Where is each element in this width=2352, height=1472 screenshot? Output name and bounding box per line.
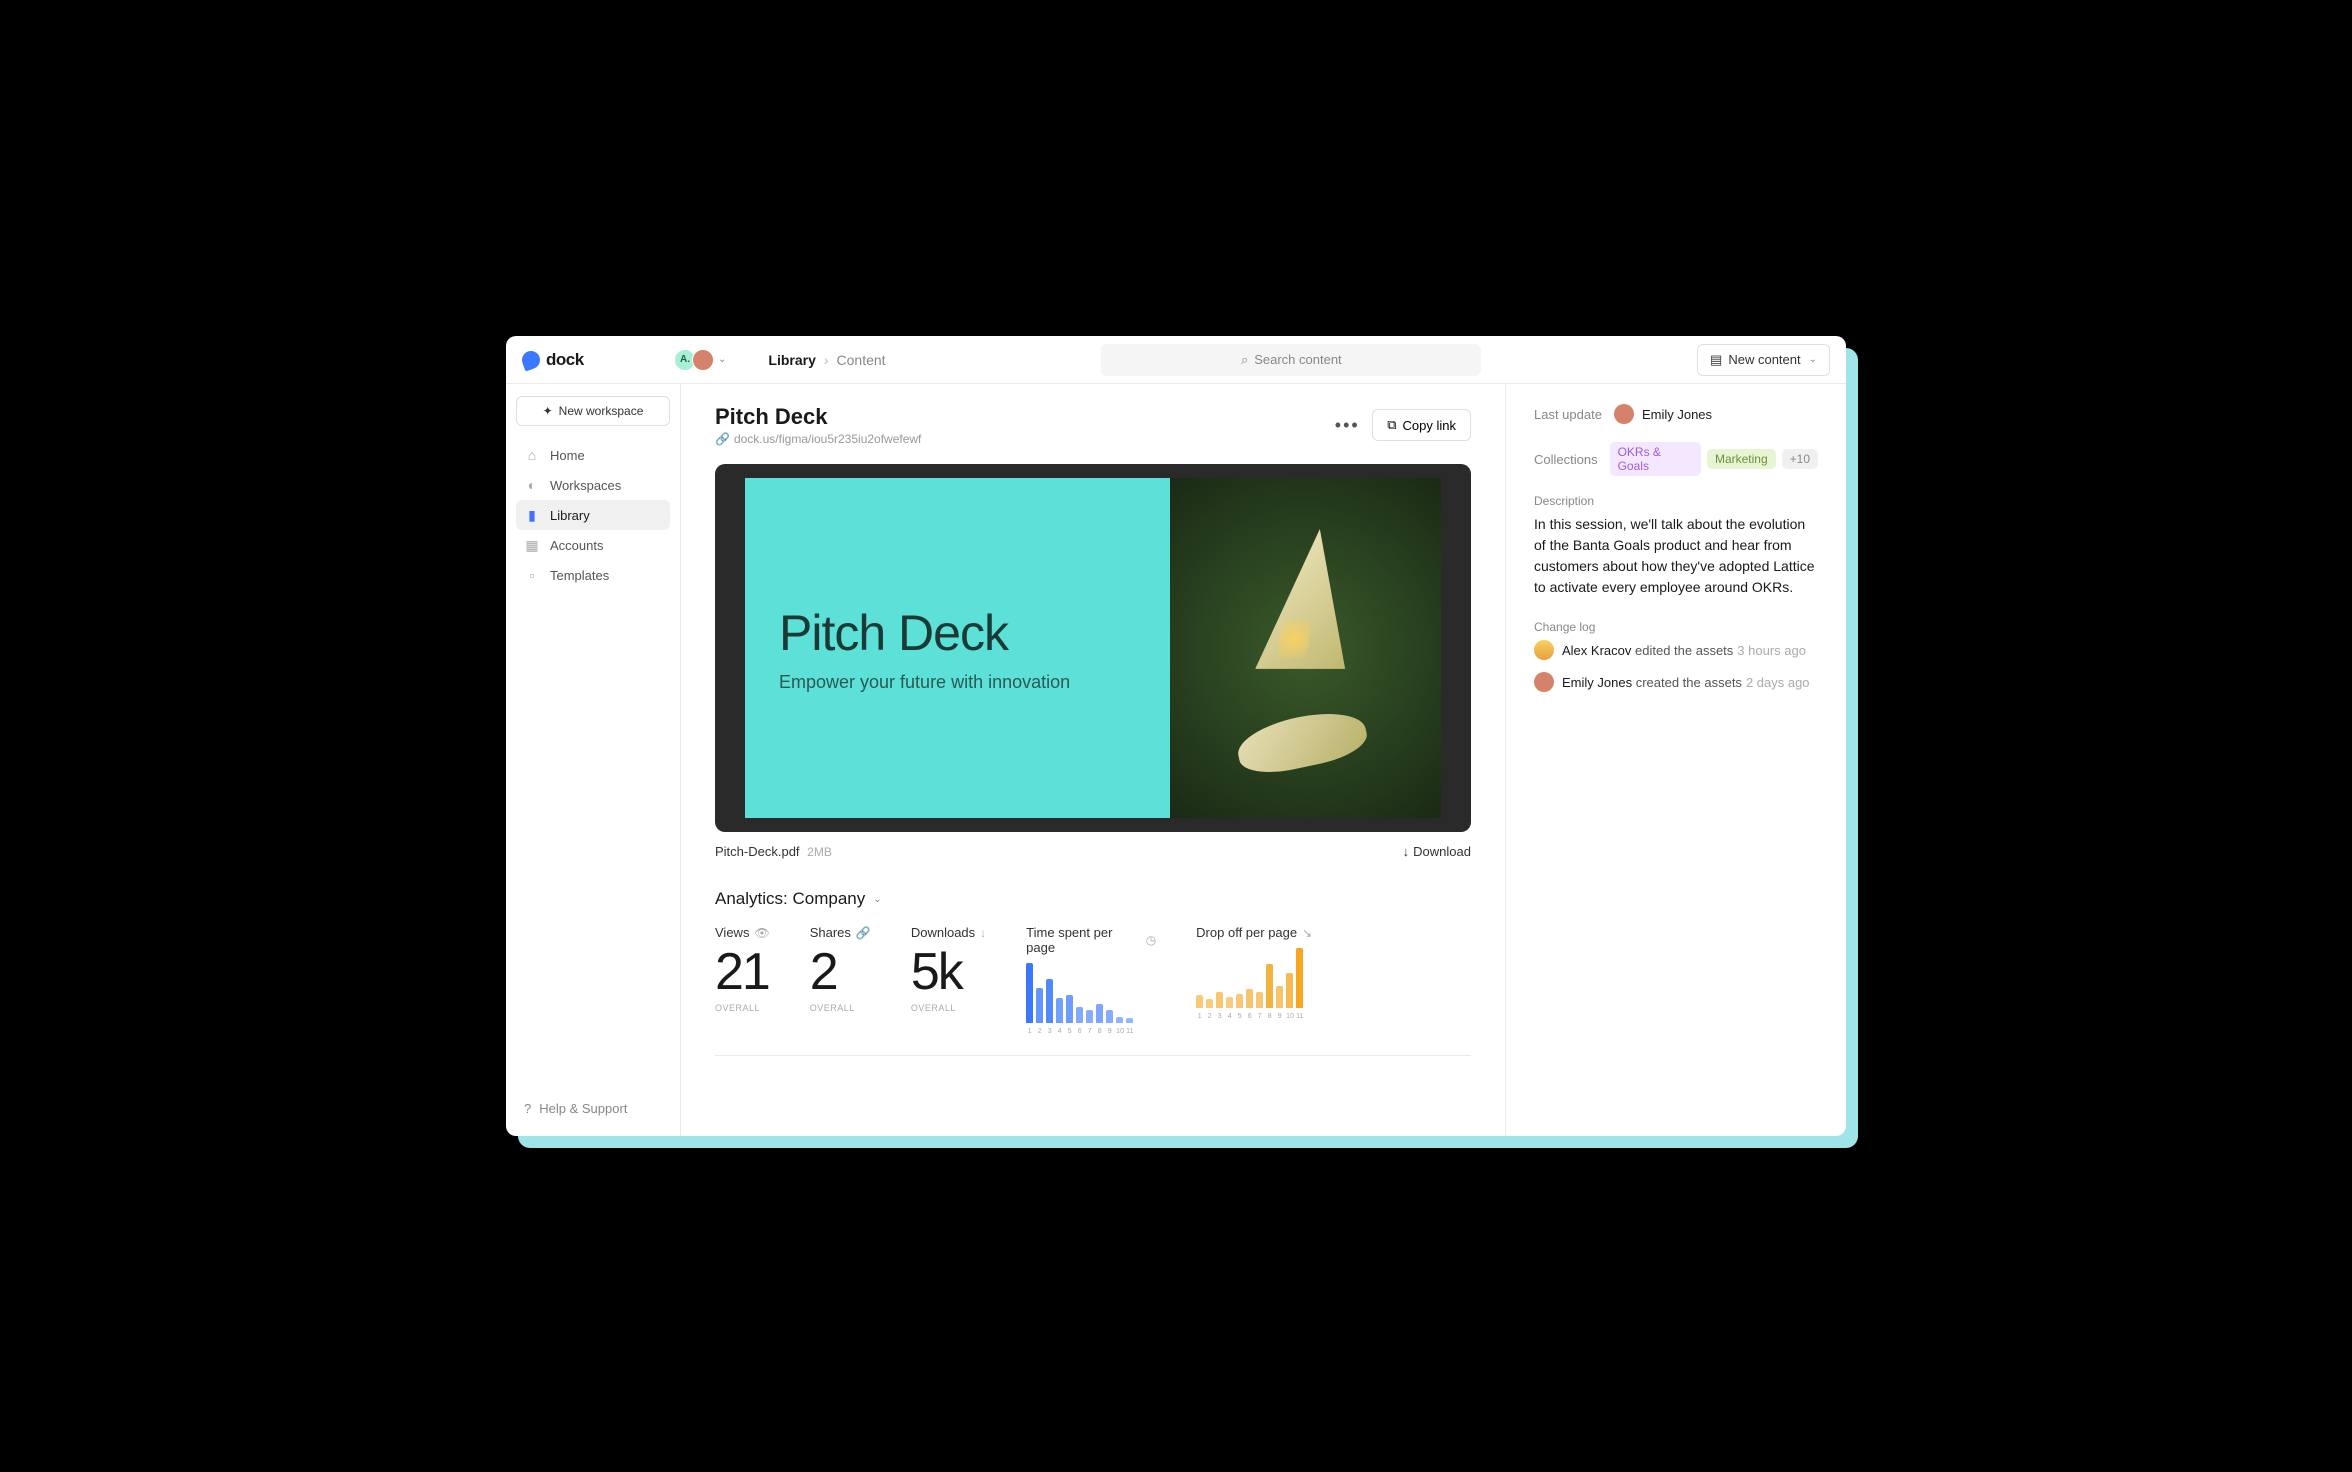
download-icon: ↓ [980, 926, 986, 940]
topbar: dock A. ⌄ Library › Content ⌕ Search con… [506, 336, 1846, 384]
workspace-switcher[interactable]: A. ⌄ [674, 349, 726, 371]
logo-icon [519, 348, 542, 371]
templates-icon: ▫ [524, 567, 540, 583]
tag-marketing[interactable]: Marketing [1707, 449, 1776, 469]
workspaces-icon: ◐ [524, 477, 540, 493]
changelog-item: Emily Jones created the assets2 days ago [1534, 672, 1818, 692]
metric-views: Views👁 21 OVERALL [715, 925, 770, 1035]
file-name: Pitch-Deck.pdf [715, 844, 800, 859]
copy-icon: ⧉ [1387, 417, 1396, 433]
arrow-down-right-icon: ↘ [1302, 926, 1312, 940]
sidebar-item-home[interactable]: ⌂Home [516, 440, 670, 470]
metrics-row: Views👁 21 OVERALL Shares🔗 2 OVERALL Down… [715, 925, 1471, 1056]
home-icon: ⌂ [524, 447, 540, 463]
share-url[interactable]: 🔗 dock.us/figma/iou5r235iu2ofwefewf [715, 432, 921, 446]
search-placeholder: Search content [1254, 352, 1341, 367]
link-icon: 🔗 [715, 432, 730, 446]
library-icon: ▮ [524, 507, 540, 523]
sidebar-item-templates[interactable]: ▫Templates [516, 560, 670, 590]
download-icon: ↓ [1403, 844, 1410, 859]
eye-icon: 👁 [754, 926, 769, 940]
sidebar-item-workspaces[interactable]: ◐Workspaces [516, 470, 670, 500]
tag-more[interactable]: +10 [1782, 449, 1818, 469]
metric-downloads: Downloads↓ 5k OVERALL [911, 925, 986, 1035]
metric-shares: Shares🔗 2 OVERALL [810, 925, 871, 1035]
accounts-icon: ▦ [524, 537, 540, 553]
downloads-value: 5k [911, 944, 986, 1001]
clock-icon: ◷ [1146, 933, 1156, 947]
logo[interactable]: dock [522, 350, 662, 370]
preview-subtitle: Empower your future with innovation [779, 672, 1170, 693]
changelog-item: Alex Kracov edited the assets3 hours ago [1534, 640, 1818, 660]
chevron-down-icon: ⌄ [1809, 354, 1817, 365]
main-content: Pitch Deck 🔗 dock.us/figma/iou5r235iu2of… [681, 384, 1506, 1136]
last-update-user[interactable]: Emily Jones [1614, 404, 1712, 424]
chevron-right-icon: › [824, 352, 829, 368]
help-icon: ? [524, 1101, 531, 1116]
search-input[interactable]: ⌕ Search content [1101, 344, 1481, 376]
metric-drop-off: Drop off per page↘ 1234567891011 [1196, 925, 1326, 1035]
sidebar: ✦ New workspace ⌂Home ◐Workspaces ▮Libra… [506, 384, 681, 1136]
preview-title: Pitch Deck [779, 604, 1170, 662]
document-icon: ▤ [1710, 352, 1722, 368]
drop-off-chart [1196, 948, 1326, 1008]
avatar [1534, 640, 1554, 660]
avatar [692, 349, 714, 371]
analytics-dropdown[interactable]: Analytics: Company ⌄ [715, 889, 1471, 909]
details-panel: Last update Emily Jones Collections OKRs… [1506, 384, 1846, 1136]
page-title: Pitch Deck [715, 404, 921, 430]
more-button[interactable]: ••• [1332, 410, 1362, 440]
document-preview[interactable]: Pitch Deck Empower your future with inno… [715, 464, 1471, 832]
link-icon: 🔗 [856, 926, 871, 940]
breadcrumb-root[interactable]: Library [768, 352, 815, 368]
sidebar-item-accounts[interactable]: ▦Accounts [516, 530, 670, 560]
new-content-button[interactable]: ▤ New content ⌄ [1697, 344, 1830, 376]
description-text: In this session, we'll talk about the ev… [1534, 514, 1818, 598]
description-label: Description [1534, 494, 1818, 508]
shares-value: 2 [810, 944, 871, 1001]
time-spent-chart [1026, 963, 1156, 1023]
chevron-down-icon: ⌄ [873, 894, 881, 905]
app-window: dock A. ⌄ Library › Content ⌕ Search con… [506, 336, 1846, 1136]
logo-text: dock [546, 350, 584, 370]
changelog-label: Change log [1534, 620, 1818, 634]
tag-okrs[interactable]: OKRs & Goals [1610, 442, 1701, 476]
preview-graphic [1170, 478, 1441, 818]
file-info: Pitch-Deck.pdf 2MB [715, 844, 832, 859]
chevron-down-icon: ⌄ [718, 354, 726, 365]
last-update-label: Last update [1534, 407, 1602, 422]
metric-time-spent: Time spent per page◷ 1234567891011 [1026, 925, 1156, 1035]
file-size: 2MB [807, 845, 832, 859]
plus-icon: ✦ [543, 404, 553, 418]
download-button[interactable]: ↓ Download [1403, 844, 1471, 859]
sidebar-item-library[interactable]: ▮Library [516, 500, 670, 530]
new-workspace-button[interactable]: ✦ New workspace [516, 396, 670, 426]
help-support-link[interactable]: ? Help & Support [516, 1093, 670, 1124]
collections-label: Collections [1534, 452, 1598, 467]
breadcrumb-current: Content [837, 352, 886, 368]
views-value: 21 [715, 944, 770, 1001]
breadcrumb: Library › Content [768, 352, 885, 368]
avatar [1614, 404, 1634, 424]
search-icon: ⌕ [1241, 352, 1248, 368]
copy-link-button[interactable]: ⧉ Copy link [1372, 409, 1471, 441]
avatar [1534, 672, 1554, 692]
